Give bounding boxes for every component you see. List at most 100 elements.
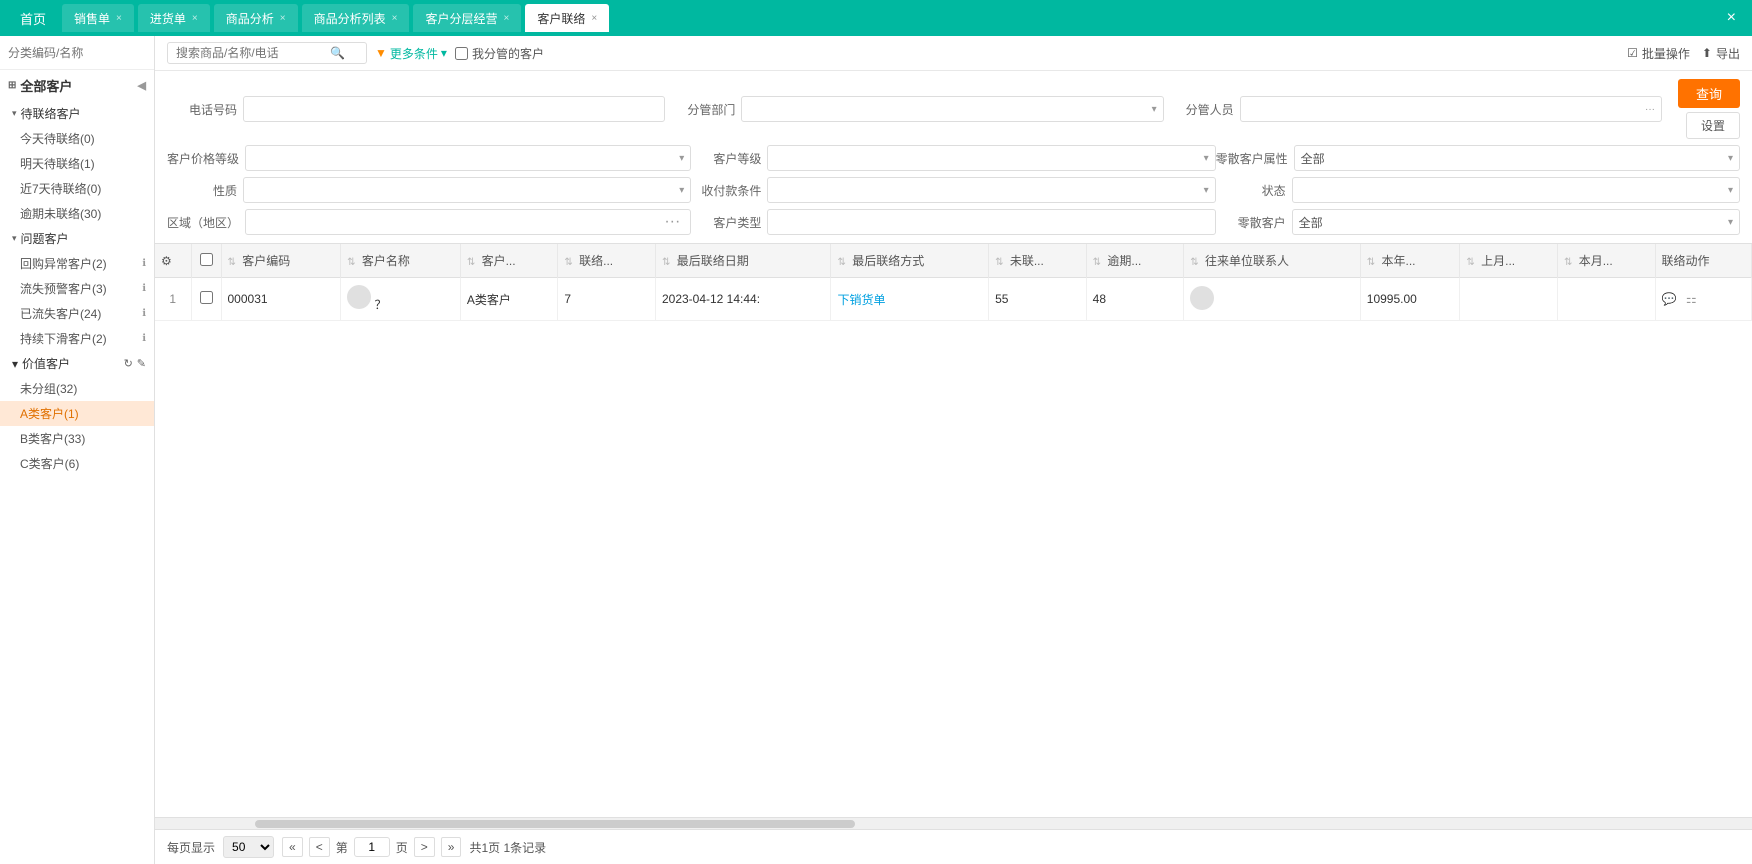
sidebar-item-repeat-buy-abnormal[interactable]: 回购异常客户(2) ℹ: [0, 251, 154, 276]
window-close-button[interactable]: ×: [1719, 9, 1744, 27]
sidebar-item-unclassified[interactable]: 未分组(32): [0, 376, 154, 401]
tab-customer-contact-close[interactable]: ×: [591, 13, 597, 24]
query-button[interactable]: 查询: [1678, 79, 1740, 108]
all-customers-header[interactable]: ⊞ 全部客户 ◀: [0, 70, 154, 101]
tab-product-analysis[interactable]: 商品分析 ×: [214, 4, 298, 32]
sidebar-item-class-a[interactable]: A类客户(1): [0, 401, 154, 426]
sidebar-item-loss-risk[interactable]: 流失预警客户(3) ℹ: [0, 276, 154, 301]
sidebar-search-box[interactable]: 🔍: [0, 36, 154, 70]
select-all-checkbox[interactable]: [200, 253, 213, 266]
next-page-btn[interactable]: >: [414, 837, 435, 857]
per-page-select[interactable]: 50 100 200: [223, 836, 274, 858]
th-contact-count[interactable]: ⇅ 联络...: [558, 244, 656, 278]
tab-sales-order-close[interactable]: ×: [116, 13, 122, 24]
th-last-contact-date[interactable]: ⇅ 最后联络日期: [655, 244, 831, 278]
tab-product-analysis-list[interactable]: 商品分析列表 ×: [302, 4, 410, 32]
col-customer-type-label: 客户...: [482, 254, 516, 268]
sidebar-item-near-seven-days[interactable]: 近7天待联络(0): [0, 176, 154, 201]
col-current-month-label: 本月...: [1579, 254, 1613, 268]
status-select[interactable]: ▾: [1292, 177, 1740, 203]
data-table-container: ⚙ ⇅ 客户编码 ⇅ 客户名称: [155, 244, 1752, 817]
th-uncontacted-days[interactable]: ⇅ 未联...: [989, 244, 1087, 278]
th-settings[interactable]: ⚙: [155, 244, 191, 278]
customer-type-select[interactable]: [767, 209, 1215, 235]
settings-icon[interactable]: ⚙: [161, 254, 172, 268]
search-input[interactable]: [176, 46, 326, 60]
cell-current-month: [1557, 278, 1655, 321]
sidebar-item-continuous-down[interactable]: 持续下滑客户(2) ℹ: [0, 326, 154, 351]
price-grade-select[interactable]: ▾: [245, 145, 691, 171]
cell-last-contact-method[interactable]: 下销货单: [831, 278, 989, 321]
row-checkbox[interactable]: [200, 291, 213, 304]
problem-customers-group[interactable]: ▾ 问题客户: [0, 226, 154, 251]
tab-purchase-order-close[interactable]: ×: [192, 13, 198, 24]
sidebar-item-class-c[interactable]: C类客户(6): [0, 451, 154, 476]
contact-method-link[interactable]: 下销货单: [837, 293, 885, 307]
th-checkbox[interactable]: [191, 244, 221, 278]
horizontal-scrollbar[interactable]: [155, 817, 1752, 829]
my-customers-checkbox-wrapper[interactable]: 我分管的客户: [455, 45, 544, 62]
page-input[interactable]: [354, 837, 390, 857]
prev-page-btn[interactable]: <: [309, 837, 330, 857]
refresh-icon[interactable]: ↻: [124, 357, 133, 370]
tab-customer-segmentation-close[interactable]: ×: [503, 13, 509, 24]
tab-purchase-order[interactable]: 进货单 ×: [138, 4, 210, 32]
my-customers-checkbox[interactable]: [455, 47, 468, 60]
batch-op-button[interactable]: ☑ 批量操作: [1627, 45, 1690, 62]
chat-icon[interactable]: 💬: [1662, 292, 1677, 306]
search-wrapper[interactable]: 🔍: [167, 42, 367, 64]
pending-contact-group[interactable]: ▾ 待联络客户: [0, 101, 154, 126]
sidebar-item-tomorrow-pending[interactable]: 明天待联络(1): [0, 151, 154, 176]
customer-name-text: ？: [375, 298, 387, 312]
first-page-btn[interactable]: «: [282, 837, 303, 857]
phone-input[interactable]: [243, 96, 665, 122]
row-checkbox-cell[interactable]: [191, 278, 221, 321]
last-page-btn[interactable]: »: [441, 837, 462, 857]
batch-op-label: 批量操作: [1642, 45, 1690, 62]
sidebar-item-overdue[interactable]: 逾期未联络(30): [0, 201, 154, 226]
sidebar-search-input[interactable]: [8, 46, 155, 60]
settings-button[interactable]: 设置: [1686, 112, 1740, 139]
qr-icon[interactable]: ⚏: [1686, 292, 1697, 306]
edit-icon[interactable]: ✎: [137, 357, 146, 370]
th-last-month[interactable]: ⇅ 上月...: [1460, 244, 1558, 278]
sidebar-item-today-pending[interactable]: 今天待联络(0): [0, 126, 154, 151]
tab-customer-contact[interactable]: 客户联络 ×: [525, 4, 609, 32]
sidebar-item-already-lost[interactable]: 已流失客户(24) ℹ: [0, 301, 154, 326]
payment-select[interactable]: ▾: [767, 177, 1215, 203]
sort-icon-method: ⇅: [837, 257, 845, 268]
value-customers-group[interactable]: ▾ 价值客户 ↻ ✎: [0, 351, 154, 376]
th-last-contact-method[interactable]: ⇅ 最后联络方式: [831, 244, 989, 278]
tab-product-analysis-list-close[interactable]: ×: [392, 13, 398, 24]
scrollbar-thumb[interactable]: [255, 820, 855, 828]
retail-customer-select[interactable]: 全部 ▾: [1292, 209, 1740, 235]
home-tab[interactable]: 首页: [8, 9, 58, 28]
th-overdue-days[interactable]: ⇅ 逾期...: [1086, 244, 1184, 278]
customer-grade-select[interactable]: ▾: [767, 145, 1215, 171]
th-customer-name[interactable]: ⇅ 客户名称: [341, 244, 461, 278]
th-contact-person[interactable]: ⇅ 往来单位联系人: [1184, 244, 1361, 278]
class-a-label: A类客户(1): [20, 405, 79, 422]
more-conditions-btn[interactable]: ▼ 更多条件 ▾: [375, 45, 447, 62]
export-button[interactable]: ⬆ 导出: [1702, 45, 1740, 62]
col-contact-actions-label: 联络动作: [1662, 254, 1710, 268]
cell-overdue-days: 48: [1086, 278, 1184, 321]
region-more-btn[interactable]: ···: [660, 213, 684, 231]
region-select[interactable]: ···: [245, 209, 691, 235]
tab-customer-segmentation[interactable]: 客户分层经营 ×: [413, 4, 521, 32]
sidebar-item-class-b[interactable]: B类客户(33): [0, 426, 154, 451]
th-customer-code[interactable]: ⇅ 客户编码: [221, 244, 341, 278]
nature-select[interactable]: ▾: [243, 177, 691, 203]
tab-product-analysis-close[interactable]: ×: [280, 13, 286, 24]
sort-icon-overdue: ⇅: [1093, 257, 1101, 268]
th-current-year[interactable]: ⇅ 本年...: [1360, 244, 1460, 278]
col-last-contact-date-label: 最后联络日期: [677, 254, 749, 268]
collapse-icon[interactable]: ◀: [138, 79, 146, 92]
th-current-month[interactable]: ⇅ 本月...: [1557, 244, 1655, 278]
search-icon[interactable]: 🔍: [330, 46, 345, 60]
dept-select[interactable]: ▾: [741, 96, 1163, 122]
person-select[interactable]: ···: [1240, 96, 1662, 122]
tab-sales-order[interactable]: 销售单 ×: [62, 4, 134, 32]
th-customer-type[interactable]: ⇅ 客户...: [460, 244, 558, 278]
retail-attr-select[interactable]: 全部 ▾: [1294, 145, 1740, 171]
